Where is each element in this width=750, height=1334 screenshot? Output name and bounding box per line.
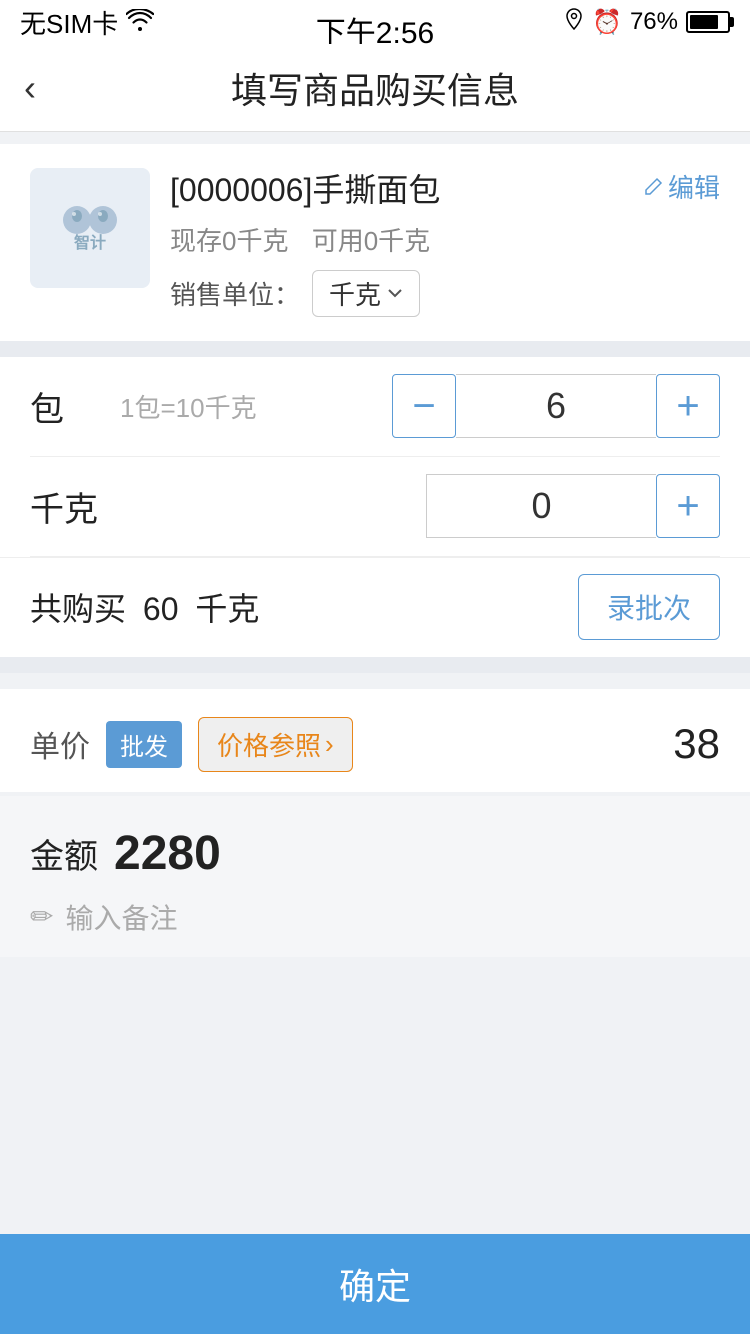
kg-quantity-input[interactable] <box>426 474 656 538</box>
price-label: 单价 <box>30 722 90 766</box>
section-separator-2 <box>0 657 750 673</box>
kg-plus-button[interactable]: + <box>656 474 720 538</box>
total-value: 60 <box>143 591 179 627</box>
svg-text:智计: 智计 <box>74 233 106 252</box>
battery-percent: 76% <box>630 8 678 36</box>
product-card: 智计 [0000006]手撕面包 编辑 现存0千克 可用0千克 销售单位： 千克 <box>0 144 750 341</box>
location-icon <box>564 8 584 37</box>
amount-row: 金额 2280 <box>30 826 720 881</box>
status-bar: 无SIM卡 下午2:56 ⏰ 76% <box>0 0 750 44</box>
confirm-bar[interactable]: 确定 <box>0 1234 750 1334</box>
bag-label: 包 <box>30 382 110 431</box>
bag-quantity-input[interactable] <box>456 374 656 438</box>
bag-hint: 1包=10千克 <box>120 388 392 425</box>
carrier-text: 无SIM卡 <box>20 4 118 41</box>
nav-bar: ‹ 填写商品购买信息 <box>0 44 750 132</box>
confirm-text: 确定 <box>339 1258 411 1310</box>
page-title: 填写商品购买信息 <box>231 62 519 114</box>
product-info: [0000006]手撕面包 编辑 现存0千克 可用0千克 销售单位： 千克 <box>170 168 720 317</box>
status-carrier: 无SIM卡 <box>20 4 154 41</box>
price-value: 38 <box>673 720 720 768</box>
bag-minus-button[interactable]: − <box>392 374 456 438</box>
bag-quantity-row: 包 1包=10千克 − + <box>30 357 720 457</box>
amount-section: 金额 2280 ✏ 输入备注 <box>0 796 750 957</box>
remark-icon: ✏ <box>30 900 53 933</box>
product-stock: 现存0千克 可用0千克 <box>170 221 720 258</box>
price-section: 单价 批发 价格参照 › 38 <box>0 689 750 792</box>
kg-qty-controls: + <box>426 474 720 538</box>
total-text: 共购买 60 千克 <box>30 584 578 630</box>
wifi-icon <box>126 7 154 38</box>
content-area <box>0 957 750 1237</box>
price-ref-button[interactable]: 价格参照 › <box>198 717 353 772</box>
battery-icon <box>686 11 730 33</box>
batch-button[interactable]: 录批次 <box>578 574 720 640</box>
price-row: 单价 批发 价格参照 › 38 <box>30 717 720 772</box>
status-right: ⏰ 76% <box>564 8 730 37</box>
amount-value: 2280 <box>114 826 221 881</box>
kg-quantity-row: 千克 + <box>30 457 720 557</box>
alarm-icon: ⏰ <box>592 8 622 37</box>
amount-label: 金额 <box>30 829 98 878</box>
edit-button[interactable]: 编辑 <box>642 168 720 205</box>
back-button[interactable]: ‹ <box>24 67 36 109</box>
remark-row[interactable]: ✏ 输入备注 <box>30 897 720 937</box>
bag-qty-controls: − + <box>392 374 720 438</box>
kg-label: 千克 <box>30 482 110 531</box>
price-tag: 批发 <box>106 721 182 768</box>
product-image: 智计 <box>30 168 150 288</box>
section-separator-1 <box>0 341 750 357</box>
unit-select[interactable]: 千克 <box>312 270 420 317</box>
total-section: 共购买 60 千克 录批次 <box>0 557 750 657</box>
remark-placeholder: 输入备注 <box>65 897 177 937</box>
product-unit-row: 销售单位： 千克 <box>170 270 720 317</box>
product-name: [0000006]手撕面包 <box>170 168 440 213</box>
bag-plus-button[interactable]: + <box>656 374 720 438</box>
quantity-section: 包 1包=10千克 − + 千克 + <box>0 357 750 557</box>
